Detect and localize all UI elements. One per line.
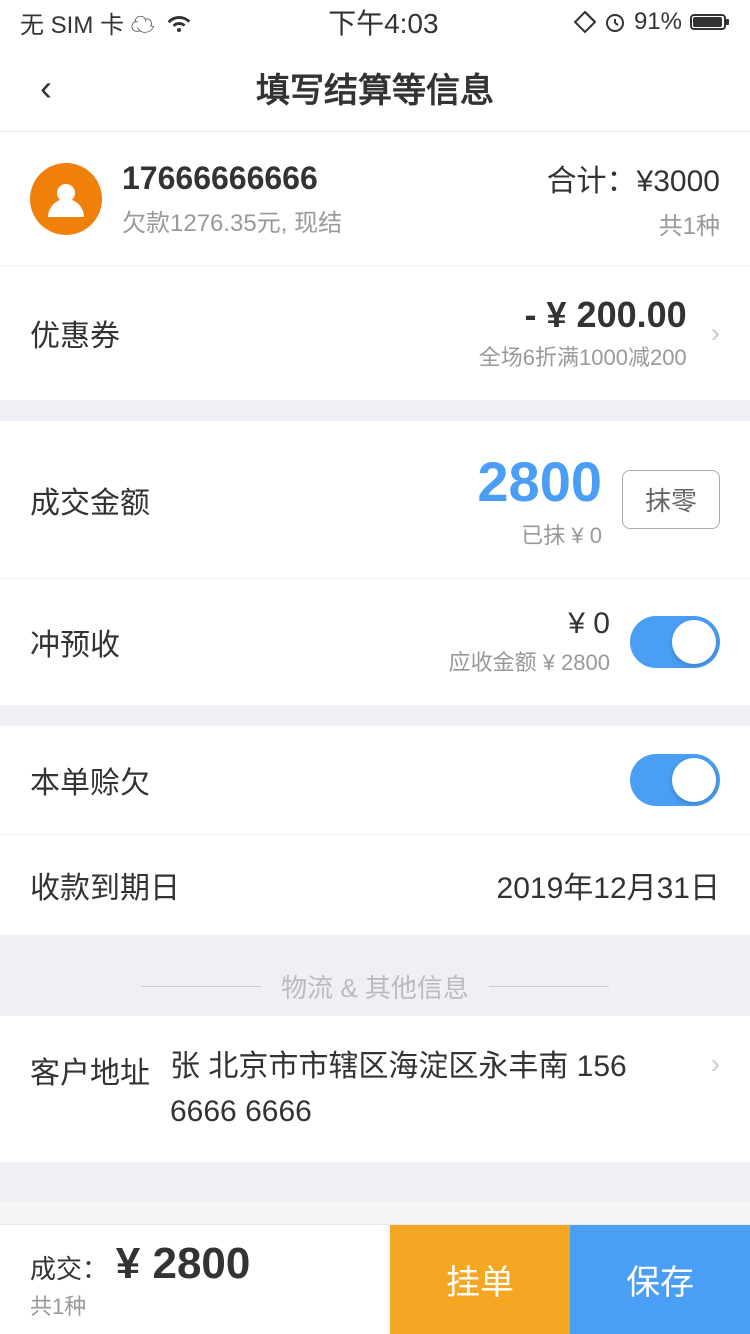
save-button[interactable]: 保存: [570, 1225, 750, 1334]
prereceive-right: ¥ 0 应收金额 ¥ 2800: [449, 607, 720, 677]
round-btn[interactable]: 抹零: [622, 470, 720, 529]
amount-label: 成交金额: [30, 478, 150, 522]
page-title: 填写结算等信息: [256, 63, 494, 112]
customer-total: 合计：¥3000: [547, 156, 720, 200]
section-divider-1: [0, 401, 750, 421]
prereceive-section: 冲预收 ¥ 0 应收金额 ¥ 2800: [0, 578, 750, 705]
customer-info: 17666666666 欠款1276.35元, 现结: [122, 160, 342, 238]
prereceive-values: ¥ 0 应收金额 ¥ 2800: [449, 607, 610, 677]
coupon-value-wrap: - ¥ 200.00 全场6折满1000减200: [479, 294, 687, 372]
bottom-summary-value: ¥ 2800: [116, 1239, 251, 1288]
avatar: [30, 163, 102, 235]
due-date-row: 收款到期日 2019年12月31日: [0, 834, 750, 936]
amount-section: 成交金额 2800 已抹 ¥ 0 抹零: [0, 421, 750, 578]
bottom-bar: 成交： ¥ 2800 共1种 挂单 保存: [0, 1224, 750, 1334]
address-label: 客户地址: [30, 1048, 150, 1092]
receivable-label: 本单赊欠: [30, 758, 150, 802]
sim-status: 无 SIM 卡 ☁: [20, 5, 155, 40]
wifi-icon: [165, 12, 193, 32]
prereceive-amount: ¥ 0: [449, 607, 610, 641]
customer-phone: 17666666666: [122, 160, 342, 197]
prereceive-toggle[interactable]: [630, 616, 720, 668]
bottom-total-row: 成交： ¥ 2800: [30, 1239, 360, 1289]
receivable-toggle[interactable]: [630, 754, 720, 806]
nav-bar: ‹ 填写结算等信息: [0, 44, 750, 132]
coupon-chevron-icon: ›: [711, 317, 720, 349]
logistics-divider: 物流 & 其他信息: [0, 956, 750, 1016]
user-icon: [44, 177, 88, 221]
due-date-label: 收款到期日: [30, 863, 180, 907]
status-right: 91%: [574, 8, 730, 36]
amount-value: 2800: [477, 449, 602, 514]
prereceive-label: 冲预收: [30, 620, 120, 664]
coupon-label: 优惠券: [30, 311, 120, 355]
bottom-padding: [0, 1162, 750, 1202]
coupon-row[interactable]: 优惠券 - ¥ 200.00 全场6折满1000减200 ›: [0, 266, 750, 401]
status-left: 无 SIM 卡 ☁: [20, 5, 193, 40]
section-divider-2: [0, 705, 750, 725]
amount-sub: 已抹 ¥ 0: [477, 518, 602, 550]
bottom-summary-label: 成交：: [30, 1254, 108, 1284]
status-bar: 无 SIM 卡 ☁ 下午4:03 91%: [0, 0, 750, 44]
receivable-toggle-knob: [672, 758, 716, 802]
amount-right-wrap: 2800 已抹 ¥ 0: [477, 449, 602, 550]
logistics-label: 物流 & 其他信息: [141, 968, 609, 1005]
prereceive-sub: 应收金额 ¥ 2800: [449, 645, 610, 677]
due-date-value: 2019年12月31日: [497, 863, 720, 907]
battery-level: 91%: [634, 8, 682, 36]
coupon-right: - ¥ 200.00 全场6折满1000减200 ›: [479, 294, 720, 372]
bottom-count: 共1种: [30, 1289, 360, 1321]
address-row[interactable]: 客户地址 张 北京市市辖区海淀区永丰南 156 6666 6666 ›: [0, 1016, 750, 1162]
amount-right: 2800 已抹 ¥ 0 抹零: [477, 449, 720, 550]
address-chevron-icon: ›: [711, 1048, 720, 1080]
content-area: 17666666666 欠款1276.35元, 现结 合计：¥3000 共1种 …: [0, 132, 750, 1322]
receivable-section: 本单赊欠: [0, 725, 750, 834]
customer-card: 17666666666 欠款1276.35元, 现结 合计：¥3000 共1种: [0, 132, 750, 266]
coupon-desc: 全场6折满1000减200: [479, 340, 687, 372]
amount-row: 成交金额 2800 已抹 ¥ 0 抹零: [30, 449, 720, 550]
status-time: 下午4:03: [328, 2, 439, 42]
bottom-summary: 成交： ¥ 2800 共1种: [0, 1239, 390, 1321]
section-divider-3: [0, 936, 750, 956]
customer-count: 共1种: [547, 206, 720, 241]
customer-right: 合计：¥3000 共1种: [547, 156, 720, 241]
alarm-icon: [604, 11, 626, 33]
bottom-buttons: 挂单 保存: [390, 1225, 750, 1334]
address-value: 张 北京市市辖区海淀区永丰南 156 6666 6666: [170, 1044, 695, 1134]
coupon-discount: - ¥ 200.00: [479, 294, 687, 336]
back-button[interactable]: ‹: [30, 57, 62, 119]
toggle-knob: [672, 620, 716, 664]
hold-button[interactable]: 挂单: [390, 1225, 570, 1334]
customer-left: 17666666666 欠款1276.35元, 现结: [30, 160, 342, 238]
customer-debt: 欠款1276.35元, 现结: [122, 203, 342, 238]
location-icon: [574, 11, 596, 33]
battery-icon: [690, 12, 730, 32]
